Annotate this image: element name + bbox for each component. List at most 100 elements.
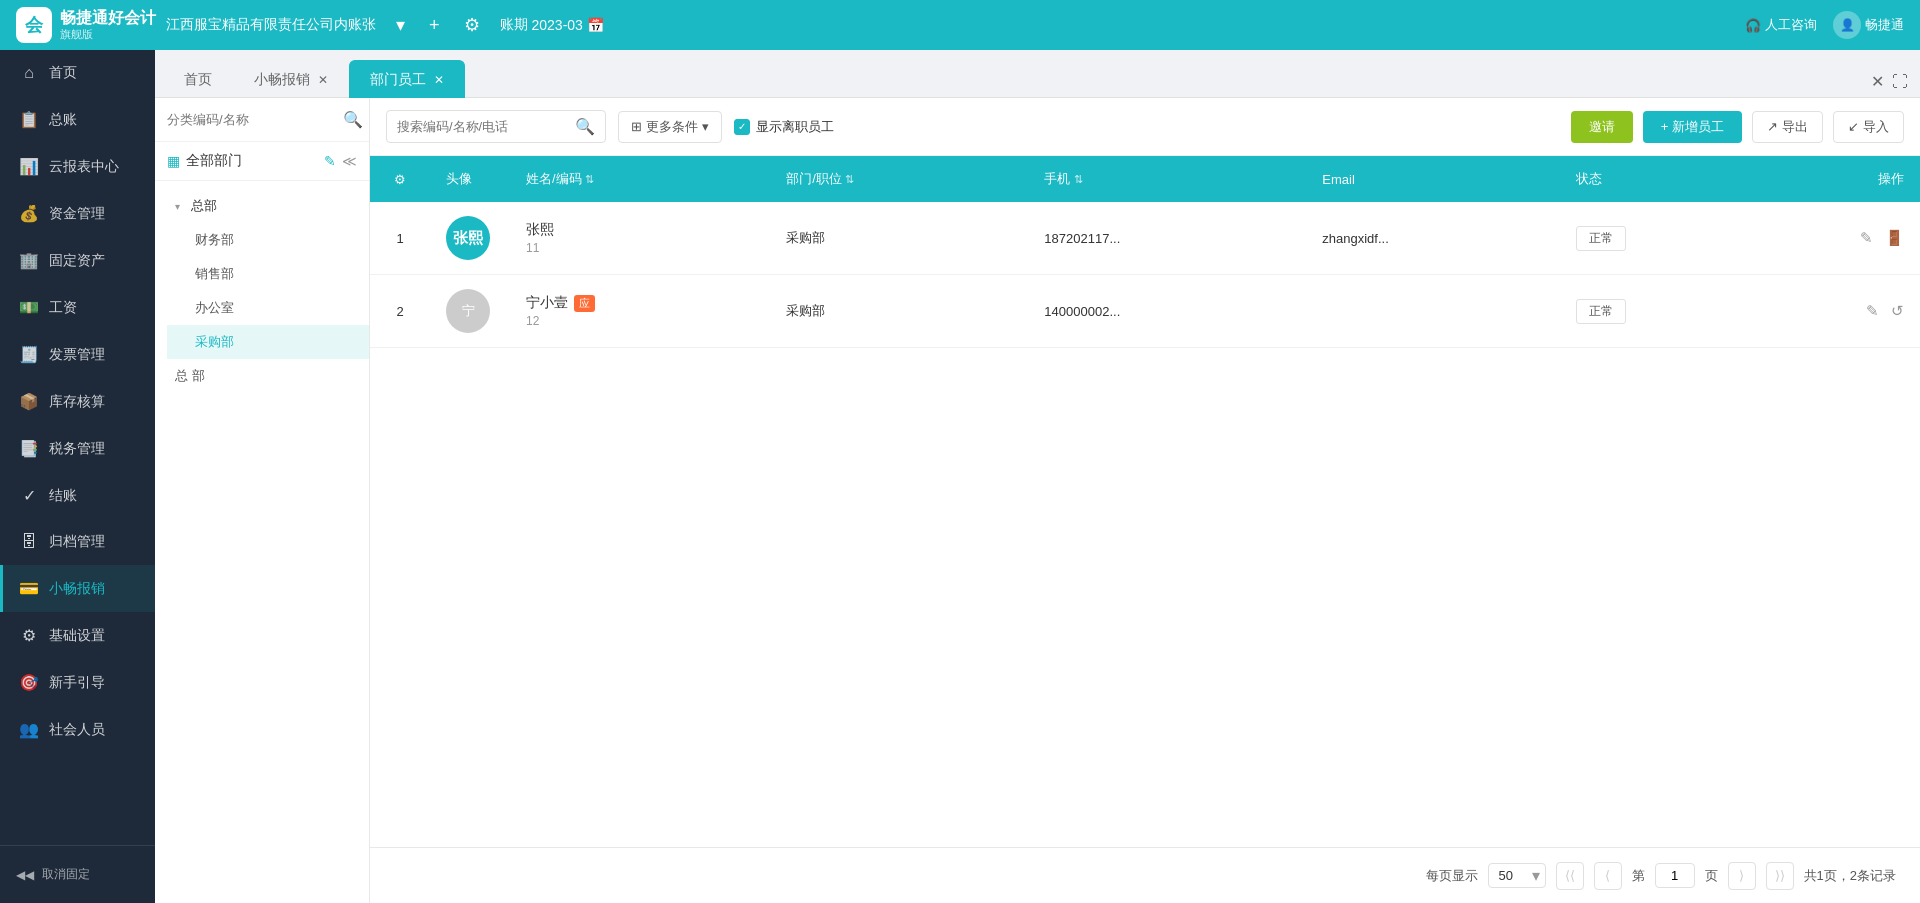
row2-index: 2: [370, 275, 430, 348]
table-settings-icon[interactable]: ⚙: [394, 172, 406, 187]
sidebar-item-reports[interactable]: 📊 云报表中心: [0, 143, 155, 190]
sidebar-item-guide[interactable]: 🎯 新手引导: [0, 659, 155, 706]
expense-icon: 💳: [19, 579, 39, 598]
tax-icon: 📑: [19, 439, 39, 458]
name-sort-icon: ⇅: [585, 173, 594, 185]
sidebar-item-social[interactable]: 👥 社会人员: [0, 706, 155, 753]
export-btn[interactable]: ↗ 导出: [1752, 111, 1823, 143]
col-mobile-header[interactable]: 手机 ⇅: [1028, 156, 1306, 202]
table-head: ⚙ 头像 姓名/编码 ⇅ 部门/职位 ⇅: [370, 156, 1920, 202]
dept-child-sales[interactable]: 销售部: [167, 257, 369, 291]
sidebar-bottom: ◀◀ 取消固定: [0, 845, 155, 903]
page-input[interactable]: [1655, 863, 1695, 888]
dept-search-input[interactable]: [167, 112, 335, 127]
col-name-header[interactable]: 姓名/编码 ⇅: [510, 156, 770, 202]
sidebar-item-checkout[interactable]: ✓ 结账: [0, 472, 155, 519]
right-panel: 🔍 ⊞ 更多条件 ▾ ✓ 显示离职员工 邀请 + 新增员工: [370, 98, 1920, 903]
social-icon: 👥: [19, 720, 39, 739]
dept-child-purchase[interactable]: 采购部: [167, 325, 369, 359]
sidebar-item-inventory[interactable]: 📦 库存核算: [0, 378, 155, 425]
dept-collapse-icon[interactable]: ≪: [342, 153, 357, 169]
dept-edit-icon[interactable]: ✎: [324, 153, 336, 169]
main-layout: ⌂ 首页 📋 总账 📊 云报表中心 💰 资金管理 🏢 固定资产 💵 工资 🧾 发…: [0, 50, 1920, 903]
row1-index: 1: [370, 202, 430, 275]
row2-status: 正常: [1560, 275, 1740, 348]
tab-home[interactable]: 首页: [163, 60, 233, 98]
row1-mobile: 187202117...: [1028, 202, 1306, 275]
door-icon-1[interactable]: 🚪: [1885, 229, 1904, 247]
last-page-btn[interactable]: ⟩⟩: [1766, 862, 1794, 890]
dept-child-office[interactable]: 办公室: [167, 291, 369, 325]
show-resign-checkbox[interactable]: ✓: [734, 119, 750, 135]
emp-code-1: 11: [526, 241, 754, 255]
dept-grid-icon: ▦: [167, 153, 180, 169]
company-name: 江西服宝精品有限责任公司内账张: [166, 16, 376, 34]
sidebar-item-home[interactable]: ⌂ 首页: [0, 50, 155, 96]
prev-page-btn[interactable]: ⟨: [1594, 862, 1622, 890]
import-btn[interactable]: ↙ 导入: [1833, 111, 1904, 143]
emp-name-1: 张熙: [526, 221, 754, 239]
toolbar: 🔍 ⊞ 更多条件 ▾ ✓ 显示离职员工 邀请 + 新增员工: [370, 98, 1920, 156]
next-page-btn[interactable]: ⟩: [1728, 862, 1756, 890]
unpin-btn[interactable]: ◀◀ 取消固定: [0, 858, 155, 891]
fixed-assets-icon: 🏢: [19, 251, 39, 270]
tabs-bar: 首页 小畅报销 ✕ 部门员工 ✕ ✕ ⛶: [155, 50, 1920, 98]
dept-child-finance[interactable]: 财务部: [167, 223, 369, 257]
row2-avatar: 宁: [430, 275, 510, 348]
avatar-circle-1: 张熙: [446, 216, 490, 260]
inventory-icon: 📦: [19, 392, 39, 411]
guide-icon: 🎯: [19, 673, 39, 692]
first-page-btn[interactable]: ⟨⟨: [1556, 862, 1584, 890]
edit-icon-1[interactable]: ✎: [1860, 229, 1873, 247]
sidebar-item-tax[interactable]: 📑 税务管理: [0, 425, 155, 472]
col-avatar-header: 头像: [430, 156, 510, 202]
invite-btn[interactable]: 邀请: [1571, 111, 1633, 143]
add-emp-btn[interactable]: + 新增员工: [1643, 111, 1742, 143]
tab-dept-emp[interactable]: 部门员工 ✕: [349, 60, 465, 98]
search-box: 🔍: [386, 110, 606, 143]
filter-btn[interactable]: ⊞ 更多条件 ▾: [618, 111, 722, 143]
tab-expense-close[interactable]: ✕: [318, 73, 328, 87]
col-action-header: 操作: [1740, 156, 1920, 202]
row1-dept: 采购部: [770, 202, 1028, 275]
dept-panel: 🔍 ▦ 全部部门 ✎ ≪ ▾: [155, 98, 370, 903]
search-icon[interactable]: 🔍: [575, 117, 595, 136]
sidebar-item-fixed-assets[interactable]: 🏢 固定资产: [0, 237, 155, 284]
refresh-icon-2[interactable]: ↺: [1891, 302, 1904, 320]
dept-row-hq[interactable]: ▾ 总部: [155, 189, 369, 223]
sidebar-item-archive[interactable]: 🗄 归档管理: [0, 519, 155, 565]
page-size-label: 每页显示: [1426, 867, 1478, 885]
dept-search-icon[interactable]: 🔍: [343, 110, 363, 129]
invoice-icon: 🧾: [19, 345, 39, 364]
dept-header: ▦ 全部部门 ✎ ≪: [155, 142, 369, 181]
edition-text: 旗舰版: [60, 27, 156, 42]
avatar-gray-2: 宁: [446, 289, 490, 333]
support-btn[interactable]: 🎧 人工咨询: [1745, 16, 1817, 34]
company-dropdown-icon[interactable]: ▾: [392, 10, 409, 40]
sidebar-item-expense[interactable]: 💳 小畅报销: [0, 565, 155, 612]
mobile-sort-icon: ⇅: [1074, 173, 1083, 185]
sidebar-item-fund[interactable]: 💰 资金管理: [0, 190, 155, 237]
edit-icon-2[interactable]: ✎: [1866, 302, 1879, 320]
row1-name-code: 张熙 11: [510, 202, 770, 275]
dept-all-label: ▦ 全部部门: [167, 152, 242, 170]
dept-node-hq: ▾ 总部 财务部 销售部 办公室: [155, 189, 369, 359]
tab-dept-emp-close[interactable]: ✕: [434, 73, 444, 87]
sidebar-item-payroll[interactable]: 💵 工资: [0, 284, 155, 331]
header-right: 🎧 人工咨询 👤 畅捷通: [1745, 11, 1904, 39]
sidebar-item-general-ledger[interactable]: 📋 总账: [0, 96, 155, 143]
emp-table: ⚙ 头像 姓名/编码 ⇅ 部门/职位 ⇅: [370, 156, 1920, 847]
col-dept-header[interactable]: 部门/职位 ⇅: [770, 156, 1028, 202]
page-size-select[interactable]: 50 10 20 100: [1488, 863, 1546, 888]
sidebar-item-invoice[interactable]: 🧾 发票管理: [0, 331, 155, 378]
status-badge-2: 正常: [1576, 299, 1626, 324]
add-tab-btn[interactable]: +: [425, 11, 444, 40]
settings-icon[interactable]: ⚙: [460, 10, 484, 40]
maximize-tab-btn[interactable]: ⛶: [1892, 73, 1908, 91]
sidebar-item-settings[interactable]: ⚙ 基础设置: [0, 612, 155, 659]
tab-expense[interactable]: 小畅报销 ✕: [233, 60, 349, 98]
dept-row-general[interactable]: 总 部: [155, 359, 369, 393]
emp-search-input[interactable]: [397, 119, 567, 134]
logo-area: 会 畅捷通好会计 旗舰版: [16, 7, 166, 43]
close-tab-action-btn[interactable]: ✕: [1871, 72, 1884, 91]
